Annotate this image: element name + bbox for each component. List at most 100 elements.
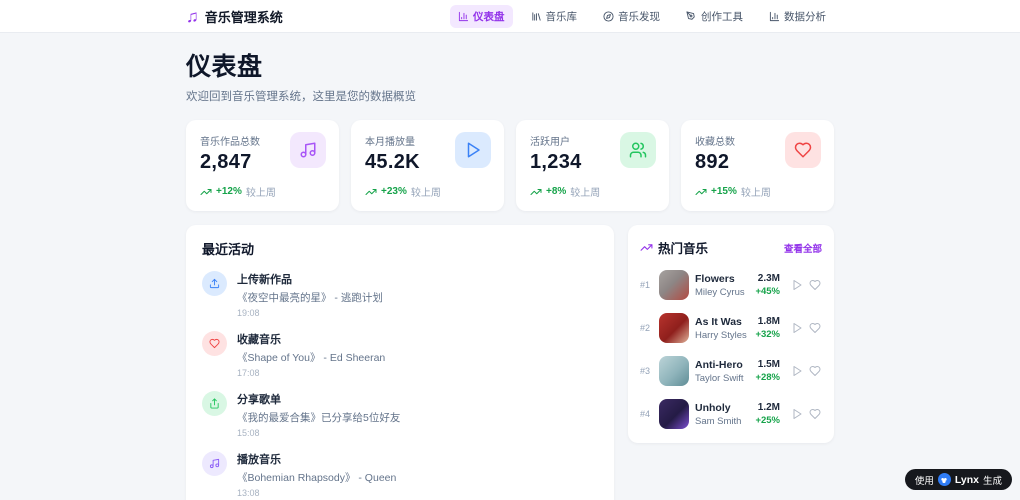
song-row: #4 Unholy Sam Smith 1.2M +25% xyxy=(640,399,822,429)
stat-trend: +23% 较上周 xyxy=(365,184,490,199)
song-stats: 2.3M +45% xyxy=(755,273,780,297)
activity-time: 15:08 xyxy=(237,428,260,438)
badge-brand: Lynx xyxy=(954,473,979,486)
song-row: #3 Anti-Hero Taylor Swift 1.5M +28% xyxy=(640,356,822,386)
page-title: 仪表盘 xyxy=(186,53,263,81)
activity-item-share: 分享歌单 《我的最爱合集》已分享给5位好友 15:08 xyxy=(202,391,598,438)
play-button[interactable] xyxy=(791,365,804,378)
song-trend: +28% xyxy=(755,372,780,383)
favorite-button[interactable] xyxy=(809,408,822,421)
album-art xyxy=(659,313,689,343)
page-header: 仪表盘 欢迎回到音乐管理系统，这里是您的数据概览 xyxy=(186,47,834,104)
trend-percent: +12% xyxy=(216,186,242,197)
nav-menu: 仪表盘 音乐库 音乐发现 创作工具 数据分析 xyxy=(450,4,834,28)
music-note-icon xyxy=(290,132,326,168)
play-button[interactable] xyxy=(791,408,804,421)
song-trend: +25% xyxy=(755,415,780,426)
bar-chart-icon xyxy=(458,11,469,21)
nav-item-data-analysis[interactable]: 数据分析 xyxy=(761,5,834,28)
nav-item-music-discovery[interactable]: 音乐发现 xyxy=(595,5,668,28)
song-rank: #2 xyxy=(640,323,651,333)
activity-time: 13:08 xyxy=(237,488,260,498)
music-note-icon xyxy=(202,451,227,476)
song-artist: Sam Smith xyxy=(695,415,742,427)
play-icon xyxy=(793,409,802,419)
activity-desc: 《Bohemian Rhapsody》 - Queen xyxy=(237,472,397,484)
play-button[interactable] xyxy=(791,322,804,335)
nav-item-music-library[interactable]: 音乐库 xyxy=(523,5,586,28)
view-all-hot-music-link[interactable]: 查看全部 xyxy=(784,241,822,255)
nav-item-dashboard[interactable]: 仪表盘 xyxy=(450,4,513,28)
compass-icon xyxy=(603,10,614,22)
album-art xyxy=(659,270,689,300)
stat-card-total-favorites: 收藏总数 892 +15% 较上周 xyxy=(681,120,834,211)
recent-activities-card: 最近活动 上传新作品 《夜空中最亮的星》 - 逃跑计划 19:08 收藏音乐 《… xyxy=(186,225,614,500)
upload-icon xyxy=(202,271,227,296)
activity-body: 分享歌单 《我的最爱合集》已分享给5位好友 15:08 xyxy=(237,391,400,438)
favorite-button[interactable] xyxy=(809,365,822,378)
nav-item-label: 创作工具 xyxy=(701,10,743,23)
trending-up-icon xyxy=(530,188,542,195)
favorite-button[interactable] xyxy=(809,322,822,335)
music-logo-icon: ♫ xyxy=(186,6,199,26)
stat-trend: +15% 较上周 xyxy=(695,184,820,199)
brand-title: 音乐管理系统 xyxy=(204,9,283,25)
song-title: As It Was xyxy=(695,315,742,328)
album-art xyxy=(659,356,689,386)
nav-item-label: 音乐库 xyxy=(545,10,578,23)
activity-time: 17:08 xyxy=(237,368,260,378)
song-trend: +32% xyxy=(755,329,780,340)
stat-card-total-works: 音乐作品总数 2,847 +12% 较上周 xyxy=(186,120,339,211)
song-artist: Taylor Swift xyxy=(695,372,744,384)
heart-icon xyxy=(809,409,821,419)
nav-item-label: 数据分析 xyxy=(784,10,826,23)
activity-desc: 《我的最爱合集》已分享给5位好友 xyxy=(237,412,401,424)
album-art xyxy=(659,399,689,429)
stat-card-active-users: 活跃用户 1,234 +8% 较上周 xyxy=(516,120,669,211)
song-row: #2 As It Was Harry Styles 1.8M +32% xyxy=(640,313,822,343)
song-artist: Harry Styles xyxy=(695,329,747,341)
stats-row: 音乐作品总数 2,847 +12% 较上周 本月播放量 45.2K +23% 较… xyxy=(186,120,834,211)
trend-percent: +15% xyxy=(711,186,737,197)
song-meta: Anti-Hero Taylor Swift xyxy=(695,359,744,384)
lynx-badge[interactable]: 使用 Lynx 生成 xyxy=(904,469,1012,490)
favorite-button[interactable] xyxy=(809,279,822,292)
nav-item-creation-tools[interactable]: 创作工具 xyxy=(678,5,751,28)
hot-music-title: 热门音乐 xyxy=(658,242,709,256)
play-icon xyxy=(455,132,491,168)
song-plays: 1.5M xyxy=(757,359,780,370)
activity-item-play: 播放音乐 《Bohemian Rhapsody》 - Queen 13:08 xyxy=(202,451,598,498)
activities-title: 最近活动 xyxy=(202,242,255,257)
stat-trend: +12% 较上周 xyxy=(200,184,325,199)
lynx-logo-icon xyxy=(937,473,951,486)
activity-title: 收藏音乐 xyxy=(237,334,281,346)
activity-time: 19:08 xyxy=(237,308,260,318)
song-rank: #3 xyxy=(640,366,651,376)
song-meta: Unholy Sam Smith xyxy=(695,402,741,427)
song-meta: As It Was Harry Styles xyxy=(695,316,747,341)
heart-icon xyxy=(202,331,227,356)
share-icon xyxy=(202,391,227,416)
trend-percent: +23% xyxy=(381,186,407,197)
badge-suffix: 生成 xyxy=(982,475,1002,487)
activity-body: 上传新作品 《夜空中最亮的星》 - 逃跑计划 19:08 xyxy=(237,271,383,318)
page-subtitle: 欢迎回到音乐管理系统，这里是您的数据概览 xyxy=(186,91,416,103)
library-icon xyxy=(531,11,541,21)
trending-up-icon xyxy=(695,188,707,195)
stat-card-monthly-plays: 本月播放量 45.2K +23% 较上周 xyxy=(351,120,504,211)
song-rank: #1 xyxy=(640,280,651,290)
trend-note: 较上周 xyxy=(245,188,276,199)
play-button[interactable] xyxy=(791,279,804,292)
heart-icon xyxy=(809,366,821,376)
song-title: Flowers xyxy=(695,272,735,285)
play-icon xyxy=(793,280,802,290)
hot-music-card: 热门音乐 查看全部 #1 Flowers Miley Cyrus 2.3M +4… xyxy=(628,225,834,443)
trending-up-icon xyxy=(365,188,377,195)
brand[interactable]: ♫ 音乐管理系统 xyxy=(186,7,283,26)
song-actions xyxy=(791,279,822,292)
activity-title: 分享歌单 xyxy=(237,394,281,406)
activity-body: 收藏音乐 《Shape of You》 - Ed Sheeran 17:08 xyxy=(237,331,385,378)
song-actions xyxy=(791,322,822,335)
activity-title: 上传新作品 xyxy=(237,274,292,286)
bar-chart-icon xyxy=(769,11,780,21)
